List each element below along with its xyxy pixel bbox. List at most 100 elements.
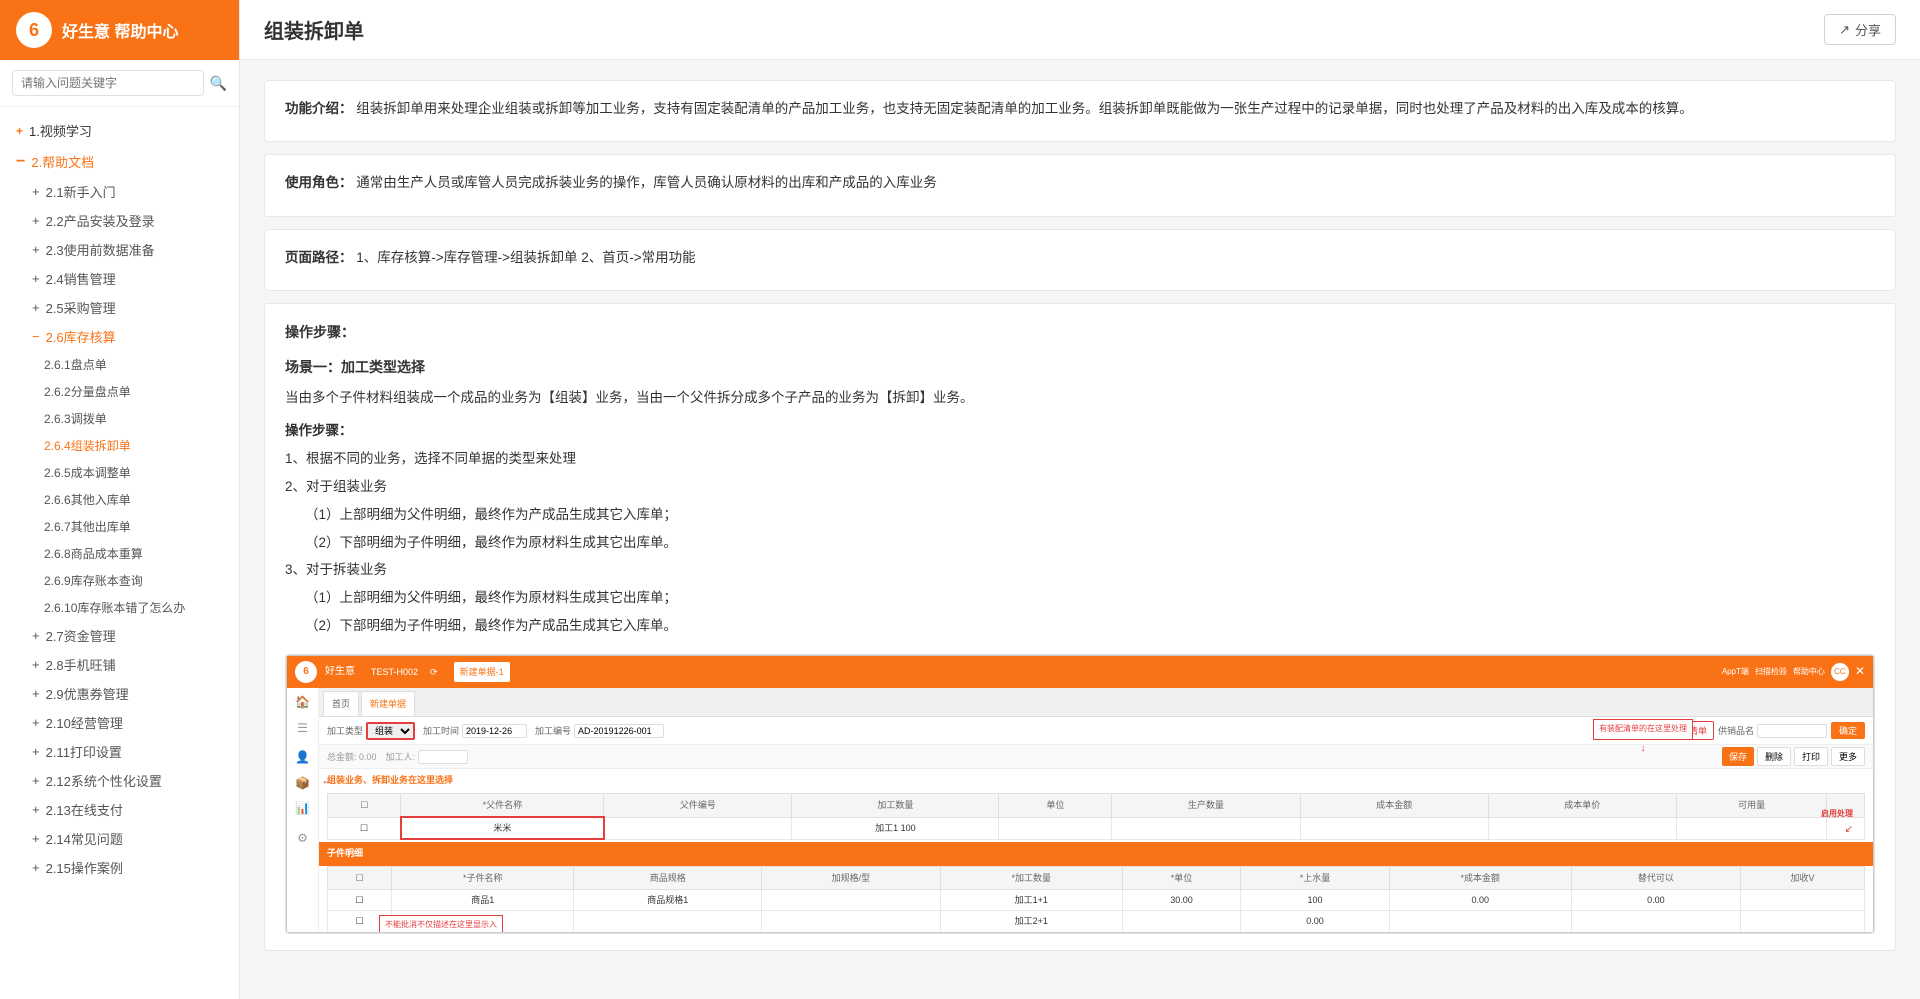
sidebar-item-cost-adj[interactable]: 2.6.5成本调整单 (0, 459, 239, 486)
search-icon[interactable]: 🔍 (210, 75, 227, 92)
inner-app-name: 好生意 (325, 663, 355, 681)
nav-label: 1.视频学习 (29, 121, 92, 140)
inner-supply-input[interactable] (1757, 724, 1827, 738)
ops-steps-card: 操作步骤： 场景一：加工类型选择 当由多个子件材料组装成一个成品的业务为【组装】… (264, 303, 1896, 951)
nav-label: 2.2产品安装及登录 (46, 211, 155, 230)
sidebar-item-print[interactable]: + 2.11打印设置 (0, 737, 239, 766)
sidebar-item-stocktake[interactable]: 2.6.1盘点单 (0, 351, 239, 378)
sidebar-item-mobile[interactable]: + 2.8手机旺铺 (0, 650, 239, 679)
lcell-v1 (1740, 890, 1864, 911)
sidebar-item-assembly[interactable]: 2.6.4组装拆卸单 (0, 432, 239, 459)
nav-label: 2.12系统个性化设置 (46, 771, 162, 790)
expand-icon: + (32, 773, 40, 788)
inner-save-btn[interactable]: 保存 (1722, 747, 1754, 766)
lcol-unit: *单位 (1122, 867, 1240, 890)
screenshot-container: 6 好生意 TEST-H002 ⟳ 新建单据-1 AppT端 扫描检验 帮助中心… (285, 654, 1875, 934)
lcell-water2: 0.00 (1241, 911, 1389, 932)
role-card: 使用角色： 通常由生产人员或库管人员完成拆装业务的操作，库管人员确认原材料的出库… (264, 154, 1896, 216)
inner-close-icon[interactable]: ✕ (1855, 661, 1865, 683)
inner-type-select[interactable]: 组装 拆卸 (366, 722, 415, 740)
expand-icon: + (32, 213, 40, 228)
brand-name: 好生意 帮助中心 (62, 18, 178, 42)
expand-icon: + (32, 831, 40, 846)
sidebar-item-inventory[interactable]: − 2.6库存核算 (0, 322, 239, 351)
lcell-replace1: 0.00 (1571, 890, 1740, 911)
role-text: 使用角色： 通常由生产人员或库管人员完成拆装业务的操作，库管人员确认原材料的出库… (285, 171, 1875, 195)
table-row: ☐ 米米 加工1 100 (328, 817, 1865, 839)
lcol-spec: 商品规格 (574, 867, 762, 890)
lcell-qty2: 加工2+1 (940, 911, 1122, 932)
sidebar-item-finance[interactable]: + 2.7资金管理 (0, 621, 239, 650)
expand-icon: + (32, 657, 40, 672)
inner-print-btn[interactable]: 打印 (1794, 747, 1828, 766)
inner-no-input[interactable] (574, 724, 664, 738)
sidebar-item-operations[interactable]: + 2.10经营管理 (0, 708, 239, 737)
ops-steps-title: 操作步骤： (285, 320, 1875, 345)
inner-upper-grid-label-row: 组装业务、拆卸业务在这里选择 ← (319, 769, 1873, 793)
nav-label: 2.5采购管理 (46, 298, 116, 317)
inner-icon-user[interactable]: 👤 (295, 747, 310, 769)
inner-date-input[interactable] (462, 724, 527, 738)
inner-no-field: 加工编号 (535, 723, 664, 739)
step1: 1、根据不同的业务，选择不同单据的类型来处理 (285, 447, 1875, 471)
cell-parent-name: 米米 (401, 817, 604, 839)
step3-sub1: （1）上部明细为父件明细，最终作为原材料生成其它出库单； (305, 586, 1875, 610)
sidebar-item-newbie[interactable]: + 2.1新手入门 (0, 177, 239, 206)
sidebar-item-inventory-fix[interactable]: 2.6.10库存账本错了怎么办 (0, 594, 239, 621)
inner-delete-btn[interactable]: 删除 (1757, 747, 1791, 766)
lower-table-row: ☐ 商品2 加工2+1 0.00 (328, 911, 1865, 932)
inner-more-btn[interactable]: 更多 (1831, 747, 1865, 766)
expand-icon: + (32, 686, 40, 701)
inner-content-wrap: 🏠 ☰ 👤 📦 📊 ⚙ 首页 新建单据 (287, 688, 1873, 932)
sidebar-item-inventory-ledger[interactable]: 2.6.9库存账本查询 (0, 567, 239, 594)
sidebar-item-online-pay[interactable]: + 2.13在线支付 (0, 795, 239, 824)
nav-label: 2.4销售管理 (46, 269, 116, 288)
sidebar-item-transfer[interactable]: 2.6.3调拨单 (0, 405, 239, 432)
nav-label: 2.帮助文档 (31, 152, 94, 171)
sidebar-item-sales[interactable]: + 2.4销售管理 (0, 264, 239, 293)
inner-worker-input[interactable] (418, 750, 468, 764)
sidebar-item-coupon[interactable]: + 2.9优惠券管理 (0, 679, 239, 708)
expand-icon: + (32, 802, 40, 817)
sidebar-item-data-prep[interactable]: + 2.3使用前数据准备 (0, 235, 239, 264)
table-header-row: ☐ *父件名称 父件编号 加工数量 单位 生产数量 成本金额 成本单价 (328, 793, 1865, 817)
sidebar-item-video-learning[interactable]: + 1.视频学习 (0, 115, 239, 146)
lcell-check1: ☐ (328, 890, 392, 911)
page-title: 组装拆卸单 (264, 15, 364, 44)
share-button[interactable]: ↗ 分享 (1824, 14, 1896, 45)
inner-app-id: TEST-H002 (371, 664, 418, 680)
expand-icon: + (32, 184, 40, 199)
nav-label: 2.9优惠券管理 (46, 684, 129, 703)
collapse-icon: − (32, 329, 40, 344)
inner-icon-list[interactable]: ☰ (297, 718, 308, 740)
inner-icon-chart[interactable]: 📊 (295, 798, 310, 820)
inner-icon-home[interactable]: 🏠 (295, 692, 310, 714)
cell-prod-qty (1112, 817, 1300, 839)
lcell-unit1: 30.00 (1122, 890, 1240, 911)
col-process-qty: 加工数量 (792, 793, 999, 817)
sidebar-item-faq[interactable]: + 2.14常见问题 (0, 824, 239, 853)
path-card: 页面路径： 1、库存核算->库存管理->组装拆卸单 2、首页->常用功能 (264, 229, 1896, 291)
inner-tab-home[interactable]: 首页 (323, 691, 359, 716)
sidebar-item-other-out[interactable]: 2.6.7其他出库单 (0, 513, 239, 540)
sidebar-item-cost-recalc[interactable]: 2.6.8商品成本重算 (0, 540, 239, 567)
sidebar-item-custom[interactable]: + 2.12系统个性化设置 (0, 766, 239, 795)
inner-tab-new-doc[interactable]: 新建单据 (361, 691, 415, 716)
sidebar-item-purchase[interactable]: + 2.5采购管理 (0, 293, 239, 322)
inner-new-doc-btn[interactable]: 新建单据-1 (454, 662, 510, 682)
lcell-spectype1 (762, 890, 940, 911)
annot-bom-label: 有装配清单的在这里处理 (1593, 719, 1693, 739)
inner-confirm-btn[interactable]: 确定 (1831, 722, 1865, 739)
sidebar-item-partial-stocktake[interactable]: 2.6.2分量盘点单 (0, 378, 239, 405)
search-input[interactable] (12, 70, 204, 96)
inner-icon-settings[interactable]: ⚙ (297, 828, 308, 850)
sidebar-item-other-in[interactable]: 2.6.6其他入库单 (0, 486, 239, 513)
sidebar: 6 好生意 帮助中心 🔍 + 1.视频学习 − 2.帮助文档 + 2.1新手入门… (0, 0, 240, 999)
inner-action-btns: 保存 删除 打印 更多 (1722, 747, 1865, 766)
sidebar-item-help-docs[interactable]: − 2.帮助文档 (0, 146, 239, 177)
sidebar-item-cases[interactable]: + 2.15操作案例 (0, 853, 239, 882)
inner-upper-table: ☐ *父件名称 父件编号 加工数量 单位 生产数量 成本金额 成本单价 (327, 793, 1865, 840)
sidebar-item-install[interactable]: + 2.2产品安装及登录 (0, 206, 239, 235)
inner-icon-box[interactable]: 📦 (295, 773, 310, 795)
col-cost-amt: 成本金额 (1300, 793, 1488, 817)
